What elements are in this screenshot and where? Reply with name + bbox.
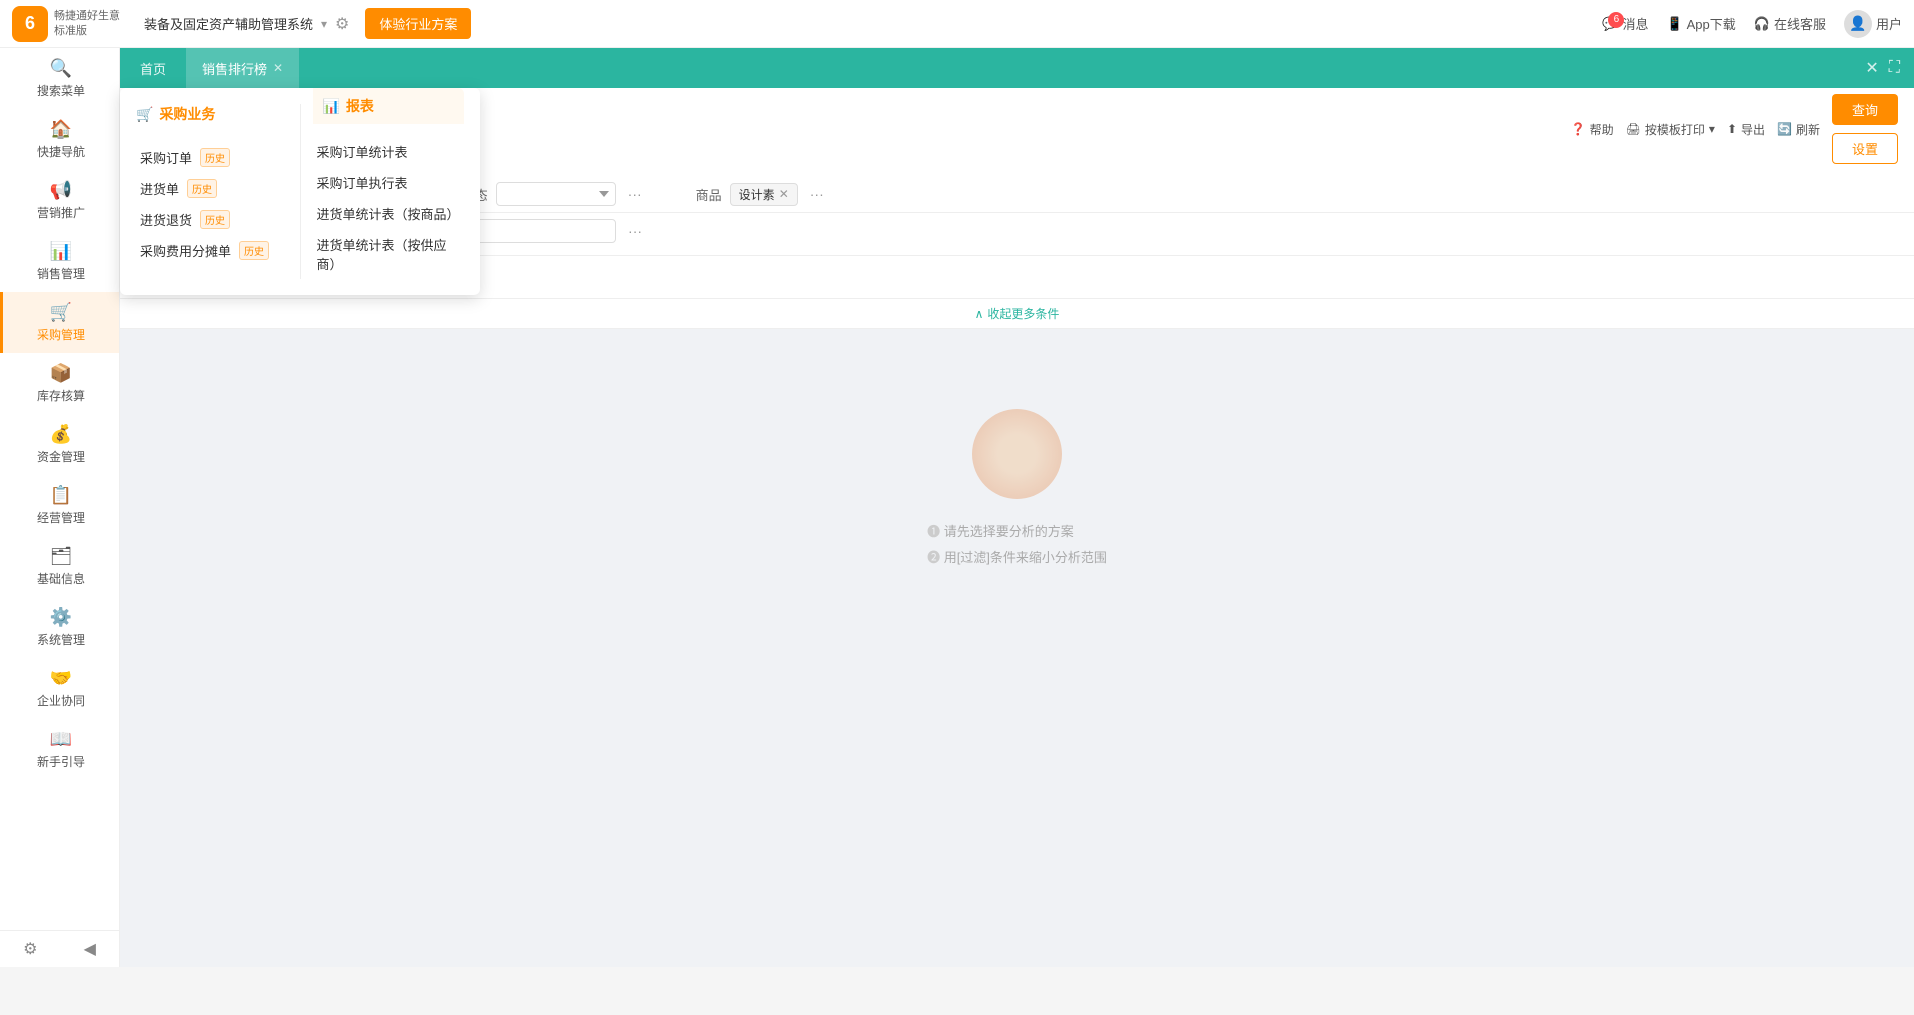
basic-info-icon: 🗂 [50, 546, 73, 567]
empty-illustration [972, 409, 1062, 499]
history-badge-0: 历史 [200, 148, 230, 167]
sidebar-item-quick-nav[interactable]: 🏠 快捷导航 [0, 109, 119, 170]
purchase-section-icon: 🛒 [136, 106, 153, 123]
message-badge: 6 [1608, 12, 1624, 28]
help-icon: ❓ [1571, 122, 1586, 136]
dropdown-item-expense[interactable]: 采购费用分摊单 历史 [136, 235, 288, 266]
finance-icon: 💰 [50, 424, 72, 445]
empty-hint1: ❶ 请先选择要分析的方案 [927, 519, 1107, 545]
collab-icon: 🤝 [50, 668, 72, 689]
online-service-btn[interactable]: 🎧 在线客服 [1754, 14, 1826, 33]
goods-label: 商品 [696, 185, 722, 204]
history-badge-1: 历史 [187, 179, 217, 198]
dropdown-item-return[interactable]: 进货退货 历史 [136, 204, 288, 235]
industry-btn[interactable]: 体验行业方案 [365, 8, 471, 39]
settings-btn[interactable]: 设置 [1832, 133, 1898, 164]
sidebar-collapse-icon[interactable]: ◀ [84, 939, 96, 959]
refresh-btn[interactable]: 🔄 刷新 [1777, 121, 1820, 138]
headset-icon: 🎧 [1754, 16, 1770, 32]
print-icon: 🖨 [1626, 122, 1641, 136]
export-icon: ⬆ [1727, 122, 1737, 136]
history-badge-2: 历史 [200, 210, 230, 229]
goods-filter: 商品 设计素 ✕ ··· [696, 183, 828, 206]
sidebar-item-operations[interactable]: 📋 经营管理 [0, 475, 119, 536]
document-status-more-icon[interactable]: ··· [624, 186, 646, 202]
marketing-icon: 📢 [50, 180, 72, 201]
empty-hint2: ❷ 用[过滤]条件来缩小分析范围 [927, 545, 1107, 571]
system-title-text: 装备及固定资产辅助管理系统 [144, 14, 313, 33]
tab-close-icon[interactable]: ✕ [273, 61, 283, 75]
goods-more-icon[interactable]: ··· [806, 186, 828, 202]
messages-btn[interactable]: 💬 6 消息 [1602, 14, 1648, 33]
dropdown-item-purchase-order[interactable]: 采购订单 历史 [136, 142, 288, 173]
logo-icon: 6 [12, 6, 48, 42]
app-download-btn[interactable]: 📱 App下载 [1666, 14, 1735, 33]
settings-icon[interactable]: ⚙ [335, 14, 349, 34]
sidebar-item-purchase[interactable]: 🛒 采购管理 [0, 292, 119, 353]
tab-bar: 首页 销售排行榜 ✕ ✕ ⛶ [120, 48, 1914, 88]
message-badge-wrap: 💬 6 [1602, 16, 1618, 32]
sidebar-item-finance[interactable]: 💰 资金管理 [0, 414, 119, 475]
search-icon: 🔍 [50, 58, 72, 79]
goods-tag-close-icon[interactable]: ✕ [779, 187, 789, 201]
document-status-select[interactable] [496, 182, 616, 206]
sidebar-item-guide[interactable]: 📖 新手引导 [0, 719, 119, 780]
report-section: 📊 报表 采购订单统计表 采购订单执行表 进货单统计表（按商品） 进货单统计表（… [313, 104, 465, 279]
tab-maximize-btn[interactable]: ⛶ [1885, 59, 1904, 77]
top-header: 6 畅捷通好生意 标准版 装备及固定资产辅助管理系统 ▾ ⚙ 体验行业方案 💬 … [0, 0, 1914, 48]
purchase-dropdown: 🛒 采购业务 采购订单 历史 进货单 历史 进货退货 历史 采购费用分摊单 历史… [120, 88, 480, 295]
logo-area: 6 畅捷通好生意 标准版 [12, 6, 132, 42]
header-right: 💬 6 消息 📱 App下载 🎧 在线客服 👤 用户 [1602, 10, 1902, 38]
tab-bar-actions: ✕ ⛶ [1861, 58, 1914, 78]
avatar: 👤 [1844, 10, 1872, 38]
dropdown-item-incoming-by-supplier[interactable]: 进货单统计表（按供应商） [313, 229, 465, 279]
sidebar-settings-icon[interactable]: ⚙ [23, 939, 37, 959]
dropdown-item-po-exec[interactable]: 采购订单执行表 [313, 167, 465, 198]
dropdown-divider [300, 104, 301, 279]
sidebar-item-basic-info[interactable]: 🗂 基础信息 [0, 536, 119, 597]
dropdown-item-po-stats[interactable]: 采购订单统计表 [313, 136, 465, 167]
sidebar-item-marketing[interactable]: 📢 营销推广 [0, 170, 119, 231]
tab-close-btn[interactable]: ✕ [1861, 58, 1882, 78]
sidebar: 🔍 搜索菜单 🏠 快捷导航 📢 营销推广 📊 销售管理 🛒 采购管理 📦 库存核… [0, 48, 120, 967]
sidebar-item-sales[interactable]: 📊 销售管理 [0, 231, 119, 292]
print-btn[interactable]: 🖨 按模板打印 ▾ [1626, 121, 1715, 138]
empty-state: ❶ 请先选择要分析的方案 ❷ 用[过滤]条件来缩小分析范围 [120, 329, 1914, 651]
operations-icon: 📋 [50, 485, 72, 506]
report-section-title: 📊 报表 [313, 88, 465, 124]
dropdown-arrow-icon[interactable]: ▾ [321, 17, 327, 31]
purchase-section: 🛒 采购业务 采购订单 历史 进货单 历史 进货退货 历史 采购费用分摊单 历史 [136, 104, 288, 279]
report-section-icon: 📊 [323, 98, 340, 115]
sidebar-item-inventory[interactable]: 📦 库存核算 [0, 353, 119, 414]
refresh-icon: 🔄 [1777, 122, 1792, 136]
goods-tag-chip: 设计素 ✕ [730, 183, 798, 206]
salesperson-more-icon[interactable]: ··· [624, 223, 646, 239]
user-btn[interactable]: 👤 用户 [1844, 10, 1902, 38]
system-icon: ⚙️ [50, 607, 72, 628]
sidebar-item-system[interactable]: ⚙️ 系统管理 [0, 597, 119, 658]
tab-home[interactable]: 首页 [120, 48, 186, 88]
query-btn[interactable]: 查询 [1832, 94, 1898, 125]
tab-sales-rank[interactable]: 销售排行榜 ✕ [186, 48, 299, 88]
sidebar-item-collab[interactable]: 🤝 企业协同 [0, 658, 119, 719]
mobile-icon: 📱 [1666, 16, 1682, 32]
dropdown-item-incoming-by-goods[interactable]: 进货单统计表（按商品） [313, 198, 465, 229]
dropdown-item-incoming[interactable]: 进货单 历史 [136, 173, 288, 204]
guide-icon: 📖 [50, 729, 72, 750]
system-title-area: 装备及固定资产辅助管理系统 ▾ ⚙ 体验行业方案 [132, 8, 1602, 39]
collapse-conditions-btn[interactable]: ∧ 收起更多条件 [120, 299, 1914, 329]
sidebar-item-search[interactable]: 🔍 搜索菜单 [0, 48, 119, 109]
collapse-icon: ∧ [975, 307, 984, 321]
purchase-section-title: 🛒 采购业务 [136, 104, 288, 130]
inventory-icon: 📦 [50, 363, 72, 384]
logo-text: 畅捷通好生意 标准版 [54, 9, 120, 38]
help-btn[interactable]: ❓ 帮助 [1571, 121, 1614, 138]
purchase-icon: 🛒 [50, 302, 72, 323]
history-badge-3: 历史 [239, 241, 269, 260]
sales-icon: 📊 [50, 241, 72, 262]
home-icon: 🏠 [50, 119, 72, 140]
sidebar-footer: ⚙ ◀ [0, 930, 119, 967]
export-btn[interactable]: ⬆ 导出 [1727, 121, 1765, 138]
print-dropdown-icon[interactable]: ▾ [1709, 122, 1715, 136]
